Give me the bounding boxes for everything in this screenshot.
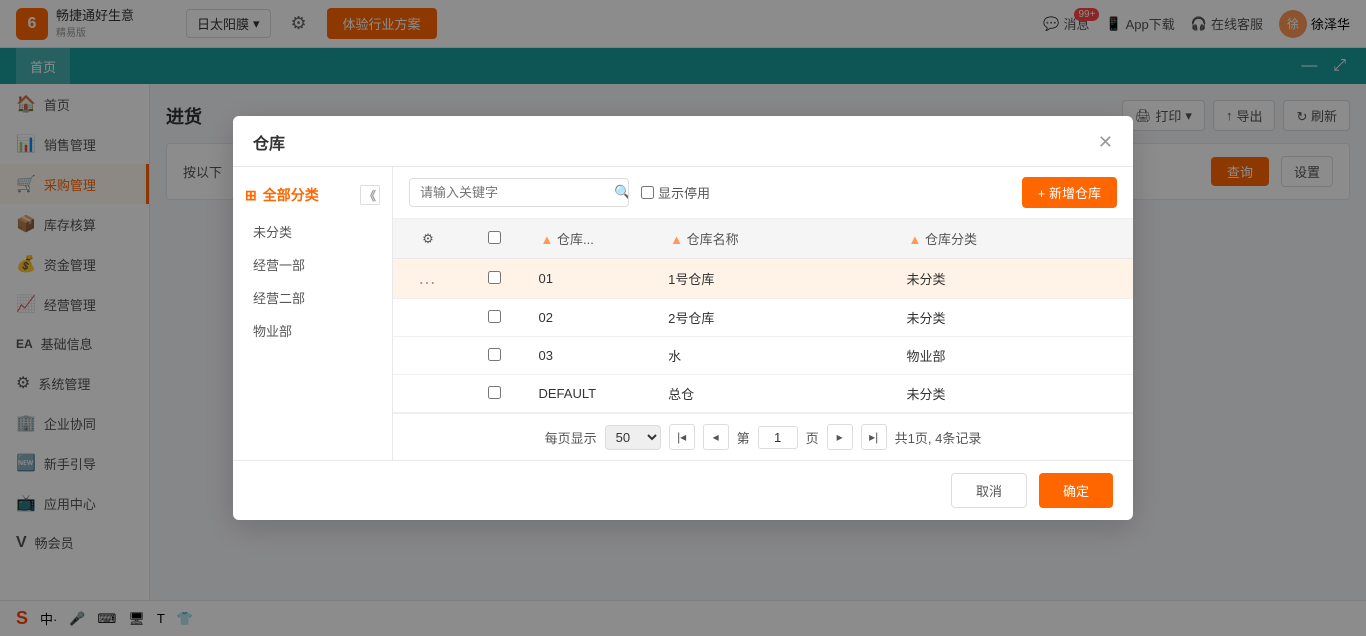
select-all-checkbox[interactable] [488,231,501,244]
warehouse-modal: 仓库 ✕ ⊞ 全部分类 《 未分类 经营一部 经营二部 [233,116,1133,520]
td-name: 水 [656,337,894,375]
td-checkbox[interactable] [463,375,527,413]
search-input-wrap: 🔍 [409,178,629,207]
show-disabled-toggle[interactable]: 显示停用 [641,183,710,202]
show-disabled-label: 显示停用 [658,183,710,202]
search-button[interactable]: 🔍 [606,179,629,206]
modal-close-button[interactable]: ✕ [1098,133,1113,151]
th-code[interactable]: ▲ 仓库... [527,219,657,259]
td-name: 1号仓库 [656,259,894,299]
td-name: 2号仓库 [656,299,894,337]
td-category: 未分类 [895,299,1133,337]
prev-page-button[interactable]: ◂ [703,424,729,450]
category-item-business1[interactable]: 经营一部 [233,248,392,281]
show-disabled-checkbox[interactable] [641,186,654,199]
td-actions [393,337,463,375]
sort-icon-category: ▲ [909,232,922,247]
td-checkbox[interactable] [463,337,527,375]
page-label-pre: 第 [737,428,750,447]
td-actions [393,299,463,337]
add-warehouse-button[interactable]: + 新增仓库 [1022,177,1117,208]
td-no: 01 [527,259,657,299]
confirm-button[interactable]: 确定 [1039,473,1113,508]
pagination-total: 共1页, 4条记录 [895,428,982,447]
td-actions [393,375,463,413]
category-item-business2[interactable]: 经营二部 [233,281,392,314]
td-checkbox[interactable] [463,299,527,337]
td-category: 未分类 [895,375,1133,413]
modal-title: 仓库 [253,130,285,154]
page-label-post: 页 [806,428,819,447]
modal-footer: 取消 确定 [233,460,1133,520]
sort-icon-name: ▲ [670,232,683,247]
modal-main-content: 🔍 显示停用 + 新增仓库 ⚙ [393,167,1133,460]
table-body: … 01 1号仓库 未分类 02 2号仓库 未 [393,259,1133,413]
all-category-header[interactable]: ⊞ 全部分类 《 [233,179,392,215]
th-gear[interactable]: ⚙ [393,219,463,259]
sort-icon-code: ▲ [541,232,554,247]
td-category: 未分类 [895,259,1133,299]
th-checkbox[interactable] [463,219,527,259]
td-actions: … [393,259,463,299]
pagination: 每页显示 50 100 200 |◂ ◂ 第 页 ▸ ▸| 共1页, 4条记录 [393,413,1133,460]
last-page-button[interactable]: ▸| [861,424,887,450]
td-no: 03 [527,337,657,375]
per-page-label: 每页显示 [545,428,597,447]
category-item-unclassified[interactable]: 未分类 [233,215,392,248]
table-row[interactable]: 03 水 物业部 [393,337,1133,375]
grid-icon: ⊞ [245,187,257,204]
sidebar-collapse-button[interactable]: 《 [360,185,380,205]
first-page-button[interactable]: |◂ [669,424,695,450]
table-row[interactable]: 02 2号仓库 未分类 [393,299,1133,337]
modal-body: ⊞ 全部分类 《 未分类 经营一部 经营二部 物业部 [233,167,1133,460]
warehouse-table-wrap: ⚙ ▲ 仓库... ▲ 仓库名称 [393,219,1133,413]
search-input[interactable] [410,180,606,205]
th-category[interactable]: ▲ 仓库分类 [895,219,1133,259]
td-checkbox[interactable] [463,259,527,299]
next-page-button[interactable]: ▸ [827,424,853,450]
td-name: 总仓 [656,375,894,413]
modal-overlay[interactable]: 仓库 ✕ ⊞ 全部分类 《 未分类 经营一部 经营二部 [0,0,1366,636]
per-page-select[interactable]: 50 100 200 [605,425,661,450]
modal-toolbar: 🔍 显示停用 + 新增仓库 [393,167,1133,219]
th-name[interactable]: ▲ 仓库名称 [656,219,894,259]
category-item-property[interactable]: 物业部 [233,314,392,347]
modal-header: 仓库 ✕ [233,116,1133,167]
modal-category-sidebar: ⊞ 全部分类 《 未分类 经营一部 经营二部 物业部 [233,167,393,460]
table-header-row: ⚙ ▲ 仓库... ▲ 仓库名称 [393,219,1133,259]
page-number-input[interactable] [758,426,798,449]
table-row[interactable]: … 01 1号仓库 未分类 [393,259,1133,299]
td-category: 物业部 [895,337,1133,375]
td-no: DEFAULT [527,375,657,413]
all-category-label: 全部分类 [263,185,319,205]
td-no: 02 [527,299,657,337]
cancel-button[interactable]: 取消 [951,473,1027,508]
table-row[interactable]: DEFAULT 总仓 未分类 [393,375,1133,413]
warehouse-table: ⚙ ▲ 仓库... ▲ 仓库名称 [393,219,1133,413]
